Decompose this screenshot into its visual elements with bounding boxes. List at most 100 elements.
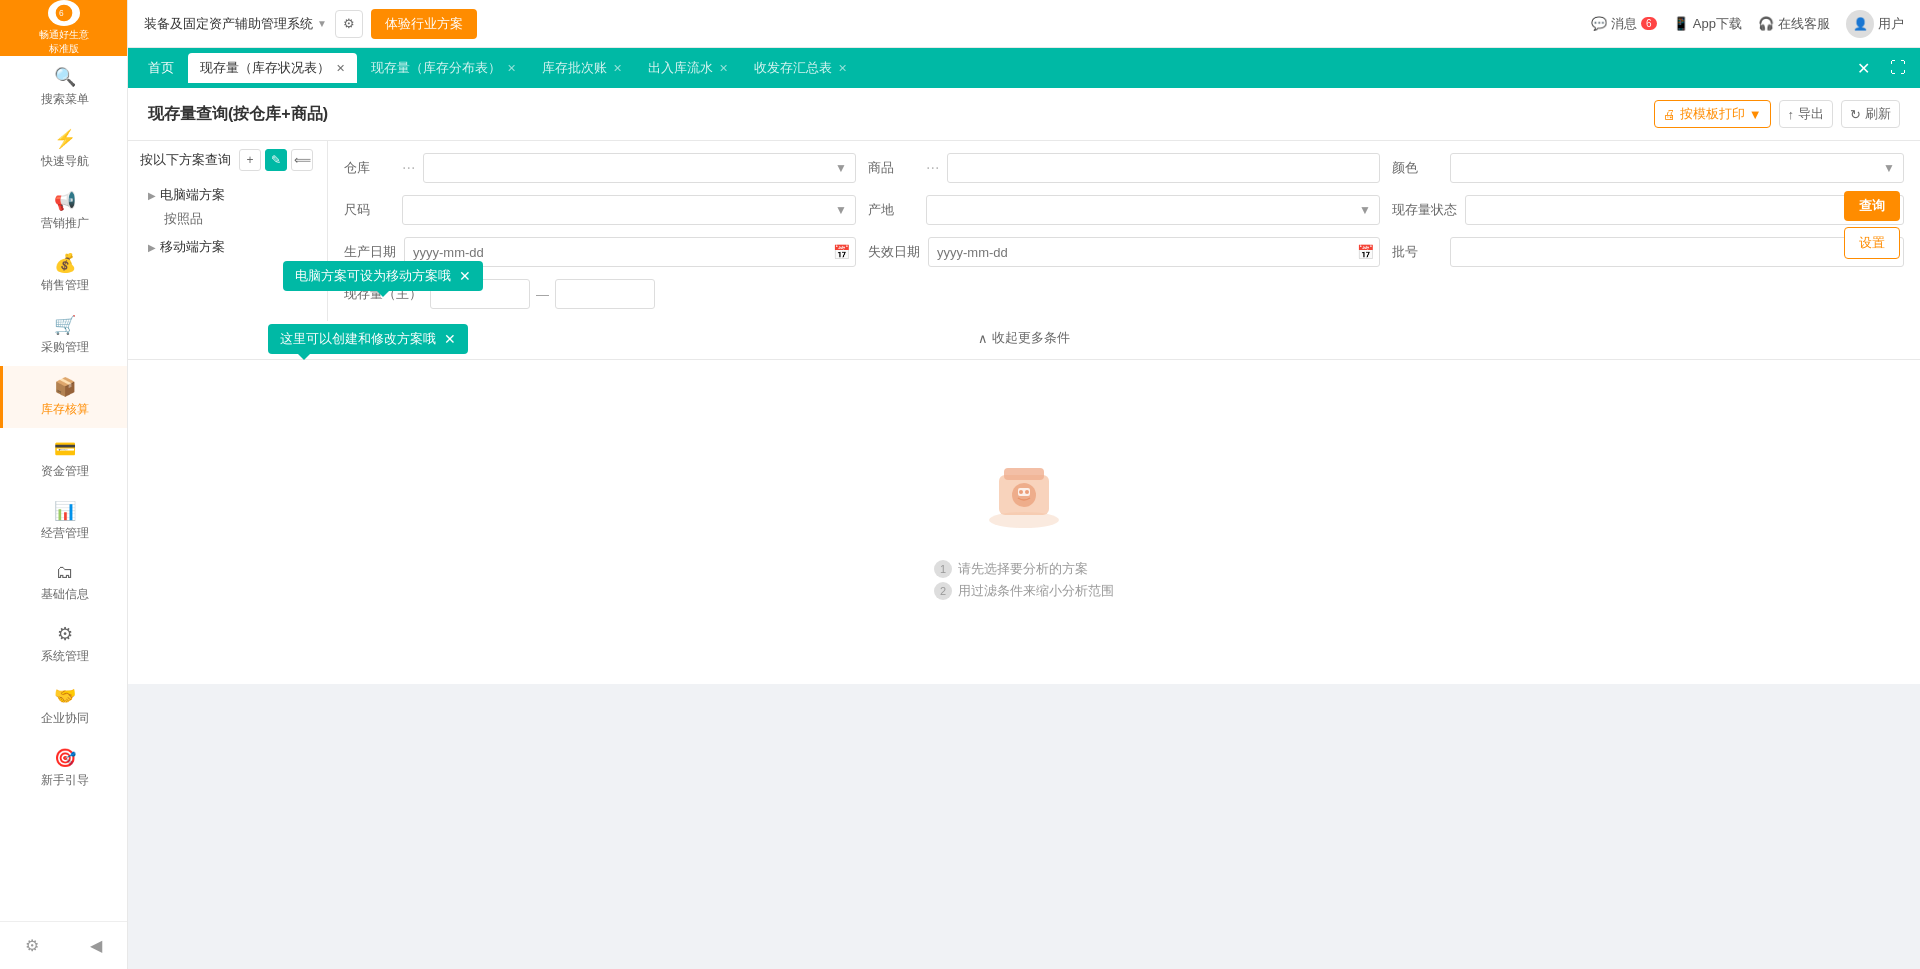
expiry-date-wrap: 📅	[928, 237, 1380, 267]
filter-warehouse: 仓库 ··· ▼	[344, 153, 856, 183]
sidebar-item-operations[interactable]: 📊 经营管理	[0, 490, 127, 552]
reset-btn[interactable]: 设置	[1844, 227, 1900, 259]
calendar-icon-1[interactable]: 📅	[833, 244, 850, 260]
sidebar-item-search[interactable]: 🔍 搜索菜单	[0, 56, 127, 118]
tooltip1-close-btn[interactable]: ✕	[459, 268, 471, 284]
search-btn[interactable]: 查询	[1844, 191, 1900, 221]
refresh-btn[interactable]: ↻ 刷新	[1841, 100, 1900, 128]
origin-select[interactable]: ▼	[926, 195, 1380, 225]
tab-receive-summary[interactable]: 收发存汇总表 ✕	[742, 53, 859, 83]
scheme-child-1[interactable]: 按照品	[164, 207, 315, 231]
range-separator: —	[536, 287, 549, 302]
scheme-desktop-node[interactable]: ▶ 电脑端方案	[148, 183, 315, 207]
avatar: 👤	[1846, 10, 1874, 38]
scheme-mobile-node[interactable]: ▶ 移动端方案	[148, 235, 315, 259]
export-btn[interactable]: ↑ 导出	[1779, 100, 1834, 128]
sidebar-item-enterprise[interactable]: 🤝 企业协同	[0, 675, 127, 737]
empty-state: 1 请先选择要分析的方案 2 用过滤条件来缩小分析范围	[128, 360, 1920, 684]
tab-close-in-out-flow[interactable]: ✕	[719, 62, 728, 75]
collapse-btn[interactable]: ∧ 收起更多条件	[978, 329, 1070, 347]
expiry-date-input[interactable]	[928, 237, 1380, 267]
industry-btn[interactable]: 体验行业方案	[371, 9, 477, 39]
app-download-btn[interactable]: 📱 App下载	[1673, 15, 1742, 33]
filter-right-content: 仓库 ··· ▼ 商品 ···	[328, 141, 1920, 321]
app-name: 畅通好生意	[39, 28, 89, 42]
close-all-tabs-btn[interactable]: ✕	[1851, 57, 1876, 80]
sidebar-label-finance: 资金管理	[41, 463, 89, 480]
app-download-label: App下载	[1693, 15, 1742, 33]
filter-header: 按以下方案查询 + ✎ ⟸	[140, 149, 315, 171]
warehouse-dots[interactable]: ···	[402, 159, 415, 177]
sidebar-item-basic[interactable]: 🗂 基础信息	[0, 552, 127, 613]
sidebar-item-inventory[interactable]: 📦 库存核算	[0, 366, 127, 428]
system-title-text: 装备及固定资产辅助管理系统	[144, 15, 313, 33]
tab-close-inventory-dist[interactable]: ✕	[507, 62, 516, 75]
basic-icon: 🗂	[56, 562, 74, 583]
scheme-desktop-label: 电脑端方案	[160, 186, 225, 204]
filter-actions: + ✎ ⟸	[239, 149, 313, 171]
main-area: 装备及固定资产辅助管理系统 ▼ ⚙ 体验行业方案 💬 消息 6 📱 App下载 …	[128, 0, 1920, 969]
add-scheme-btn[interactable]: +	[239, 149, 261, 171]
dropdown-arrow-icon: ▼	[317, 18, 327, 29]
system-title-select[interactable]: 装备及固定资产辅助管理系统 ▼	[144, 15, 327, 33]
filter-row-2: 尺码 ▼ 产地 ▼	[344, 195, 1904, 225]
origin-label: 产地	[868, 201, 918, 219]
tab-home[interactable]: 首页	[136, 53, 186, 83]
tab-inventory-dist[interactable]: 现存量（库存分布表） ✕	[359, 53, 528, 83]
goods-dots[interactable]: ···	[926, 159, 939, 177]
sidebar-item-marketing[interactable]: 📢 营销推广	[0, 180, 127, 242]
tab-inventory-status[interactable]: 现存量（库存状况表） ✕	[188, 53, 357, 83]
filter-row-4: 现存量（主） —	[344, 279, 1904, 309]
sidebar-item-quicknav[interactable]: ⚡ 快速导航	[0, 118, 127, 180]
edit-scheme-btn[interactable]: ✎	[265, 149, 287, 171]
online-service-btn[interactable]: 🎧 在线客服	[1758, 15, 1830, 33]
filter-origin: 产地 ▼	[868, 195, 1380, 225]
user-btn[interactable]: 👤 用户	[1846, 10, 1904, 38]
tooltip2-close-btn[interactable]: ✕	[444, 331, 456, 347]
sidebar-item-finance[interactable]: 💳 资金管理	[0, 428, 127, 490]
tab-in-out-flow[interactable]: 出入库流水 ✕	[636, 53, 740, 83]
warehouse-select[interactable]: ▼	[423, 153, 856, 183]
mobile-icon: 📱	[1673, 16, 1689, 31]
tab-close-receive-summary[interactable]: ✕	[838, 62, 847, 75]
sidebar-label-sales: 销售管理	[41, 277, 89, 294]
scheme-tree: ▶ 电脑端方案 按照品 ▶ 移动端方案	[140, 183, 315, 259]
filter-expiry-date: 失效日期 📅	[868, 237, 1380, 267]
back-btn[interactable]: ⟸	[291, 149, 313, 171]
filter-with-panel: 按以下方案查询 + ✎ ⟸ 电脑方案可设为移动方案哦 ✕	[128, 141, 1920, 321]
sidebar-label-enterprise: 企业协同	[41, 710, 89, 727]
goods-select[interactable]	[947, 153, 1380, 183]
tab-batch-accounts[interactable]: 库存批次账 ✕	[530, 53, 634, 83]
sidebar-nav: 🔍 搜索菜单 ⚡ 快速导航 📢 营销推广 💰 销售管理 🛒 采购管理 📦 库存核…	[0, 56, 127, 921]
color-label: 颜色	[1392, 159, 1442, 177]
tabs-bar-right: ✕ ⛶	[1851, 57, 1912, 80]
filter-row-1: 仓库 ··· ▼ 商品 ···	[344, 153, 1904, 183]
maximize-btn[interactable]: ⛶	[1884, 57, 1912, 79]
svg-point-8	[1025, 490, 1029, 494]
tab-close-batch-accounts[interactable]: ✕	[613, 62, 622, 75]
sidebar-item-sales[interactable]: 💰 销售管理	[0, 242, 127, 304]
collapse-up-icon: ∧	[978, 331, 988, 346]
gear-icon: ⚙	[343, 16, 355, 31]
tab-close-inventory-status[interactable]: ✕	[336, 62, 345, 75]
filter-row-3: 生产日期 📅 失效日期 📅	[344, 237, 1904, 267]
print-btn[interactable]: 🖨 按模板打印 ▼	[1654, 100, 1771, 128]
message-btn[interactable]: 💬 消息 6	[1591, 15, 1657, 33]
sidebar-item-purchase[interactable]: 🛒 采购管理	[0, 304, 127, 366]
size-select[interactable]: ▼	[402, 195, 856, 225]
sidebar-item-system[interactable]: ⚙ 系统管理	[0, 613, 127, 675]
collapse-sidebar-btn[interactable]: ◀	[86, 932, 106, 959]
tab-label-receive-summary: 收发存汇总表	[754, 59, 832, 77]
sidebar-item-guide[interactable]: 🎯 新手引导	[0, 737, 127, 799]
settings-bottom-btn[interactable]: ⚙	[21, 932, 43, 959]
color-arrow-icon: ▼	[1883, 161, 1895, 175]
batch-no-input[interactable]	[1450, 237, 1904, 267]
color-select[interactable]: ▼	[1450, 153, 1904, 183]
gear-settings-btn[interactable]: ⚙	[335, 10, 363, 38]
tabs-bar: 首页 现存量（库存状况表） ✕ 现存量（库存分布表） ✕ 库存批次账 ✕ 出入库…	[128, 48, 1920, 88]
inventory-status-select[interactable]: ▼	[1465, 195, 1904, 225]
calendar-icon-2[interactable]: 📅	[1357, 244, 1374, 260]
top-header: 装备及固定资产辅助管理系统 ▼ ⚙ 体验行业方案 💬 消息 6 📱 App下载 …	[128, 0, 1920, 48]
inventory-max-input[interactable]	[555, 279, 655, 309]
svg-text:6: 6	[59, 8, 64, 18]
